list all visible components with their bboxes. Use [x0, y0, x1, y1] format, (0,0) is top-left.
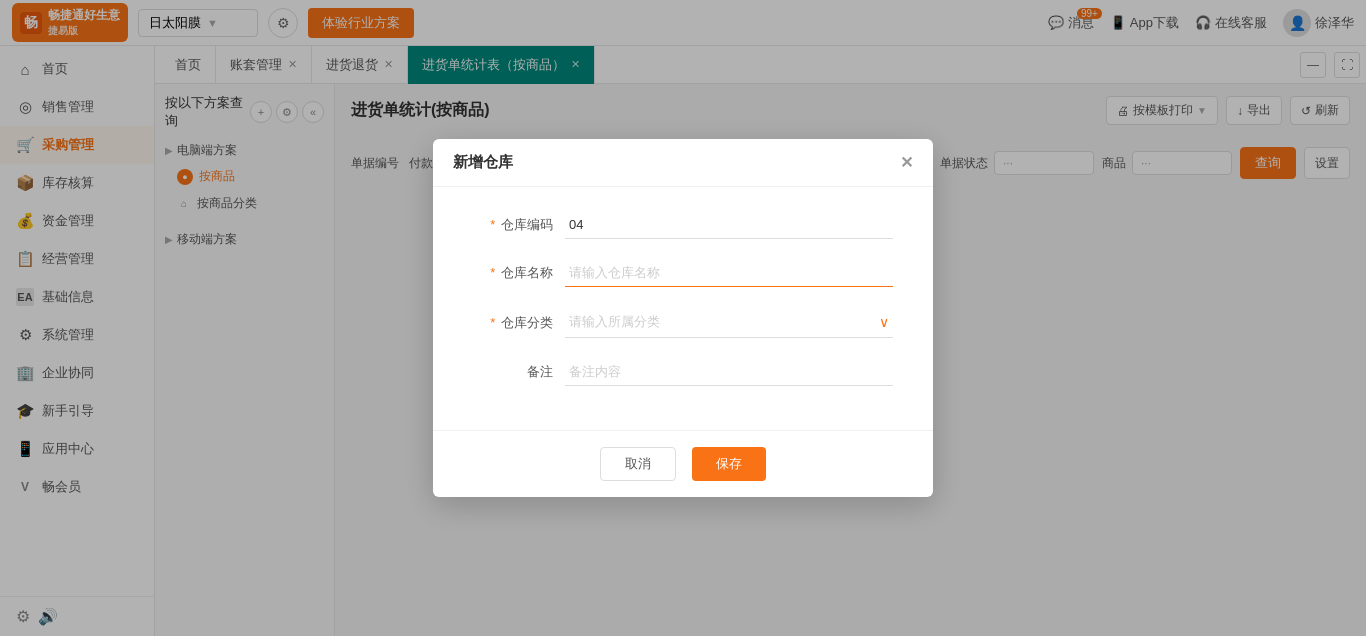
save-button[interactable]: 保存: [692, 447, 766, 481]
name-label: * 仓库名称: [473, 264, 553, 282]
warehouse-name-input[interactable]: [565, 259, 893, 287]
form-row-code: * 仓库编码: [473, 211, 893, 239]
dialog-close-btn[interactable]: ✕: [900, 153, 913, 172]
new-warehouse-dialog: 新增仓库 ✕ * 仓库编码 * 仓库名称: [433, 139, 933, 497]
dialog-overlay: 新增仓库 ✕ * 仓库编码 * 仓库名称: [0, 0, 1366, 636]
required-star-name: *: [490, 265, 495, 280]
dialog-body: * 仓库编码 * 仓库名称 * 仓库分类 请输入: [433, 187, 933, 430]
category-arrow-icon: ∨: [879, 314, 889, 330]
warehouse-note-input[interactable]: [565, 358, 893, 386]
category-label: * 仓库分类: [473, 314, 553, 332]
warehouse-code-input[interactable]: [565, 211, 893, 239]
cancel-button[interactable]: 取消: [600, 447, 676, 481]
required-star-category: *: [490, 315, 495, 330]
category-placeholder: 请输入所属分类: [569, 313, 660, 331]
dialog-title: 新增仓库: [453, 153, 513, 172]
form-row-category: * 仓库分类 请输入所属分类 ∨: [473, 307, 893, 338]
warehouse-category-select[interactable]: 请输入所属分类 ∨: [565, 307, 893, 338]
form-row-name: * 仓库名称: [473, 259, 893, 287]
dialog-header: 新增仓库 ✕: [433, 139, 933, 187]
form-row-note: 备注: [473, 358, 893, 386]
code-label: * 仓库编码: [473, 216, 553, 234]
dialog-footer: 取消 保存: [433, 430, 933, 497]
note-label: 备注: [473, 363, 553, 381]
required-star-code: *: [490, 217, 495, 232]
